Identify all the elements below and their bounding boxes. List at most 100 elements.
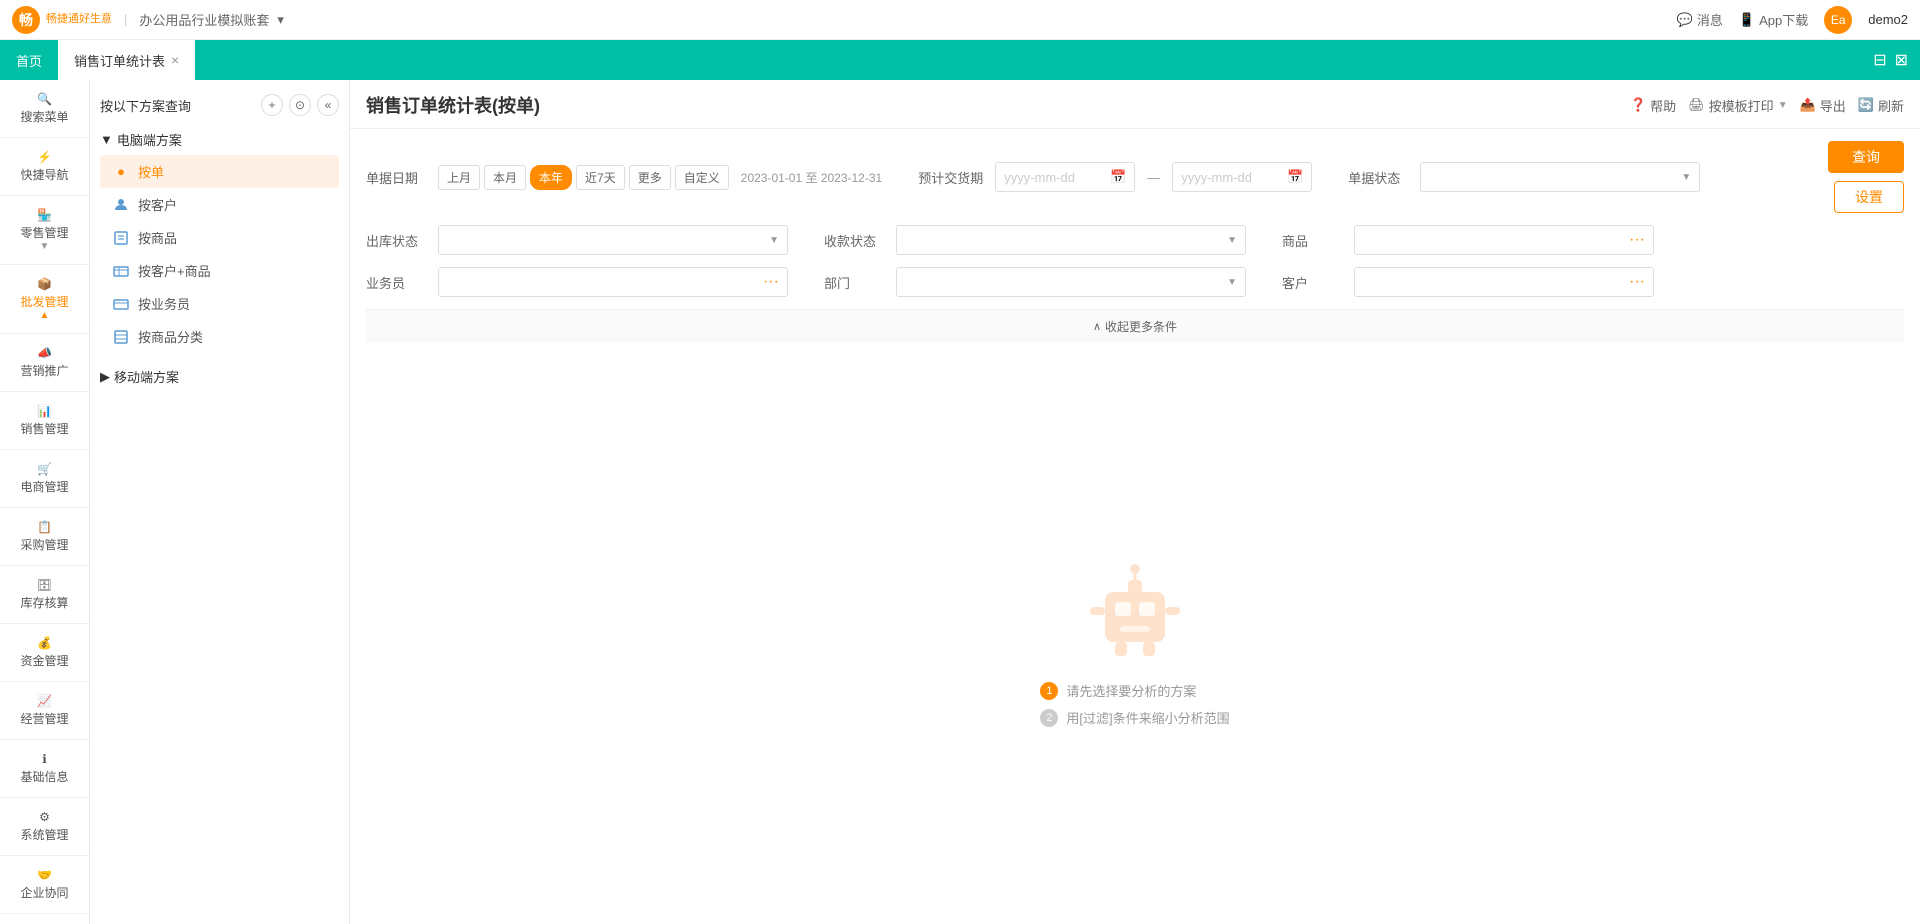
calendar-icon: 📅	[1110, 169, 1126, 185]
sidebar-item-inventory[interactable]: 🗄 库存核算	[0, 566, 89, 624]
calendar-icon-2: 📅	[1287, 169, 1303, 185]
tabbar-right: ⊟ ⊠	[1873, 50, 1920, 70]
shipment-status-select[interactable]: ▼	[438, 225, 788, 255]
collapse-label: 收起更多条件	[1105, 318, 1177, 335]
setting-button[interactable]: 设置	[1834, 181, 1904, 213]
message-action[interactable]: 💬 消息	[1677, 10, 1723, 29]
goods-dots[interactable]: ···	[1629, 231, 1645, 249]
chevron-down-icon: ▼	[100, 132, 113, 147]
sidebar-item-operations[interactable]: 📈 经营管理	[0, 682, 89, 740]
sidebar-item-search[interactable]: 🔍 搜索菜单	[0, 80, 89, 138]
print-action[interactable]: 🖨 按模板打印 ▼	[1688, 96, 1787, 115]
department-select[interactable]: ▼	[896, 267, 1246, 297]
customer-dots[interactable]: ···	[1629, 273, 1645, 291]
wholesale-icon: 📦	[0, 277, 89, 291]
date-btn-more[interactable]: 更多	[629, 165, 671, 190]
sidebar-item-quick-nav[interactable]: ⚡ 快捷导航	[0, 138, 89, 196]
scheme-section-title-desktop[interactable]: ▼ 电脑端方案	[100, 124, 339, 155]
scheme-item-by-customer[interactable]: 按客户	[100, 188, 339, 221]
topbar-dropdown-icon[interactable]: ▾	[277, 12, 284, 28]
retail-icon: 🏪	[0, 208, 89, 222]
refresh-action[interactable]: 🔄 刷新	[1858, 96, 1904, 115]
expected-delivery-start[interactable]: yyyy-mm-dd 📅	[995, 162, 1135, 192]
salesperson-dots[interactable]: ···	[763, 273, 779, 291]
sidebar-item-ecommerce[interactable]: 🛒 电商管理	[0, 450, 89, 508]
goods-label: 商品	[1282, 231, 1342, 250]
date-btn-this-year[interactable]: 本年	[530, 165, 572, 190]
sidebar-item-enterprise[interactable]: 🤝 企业协同	[0, 856, 89, 914]
scheme-item-by-salesperson[interactable]: 按业务员	[100, 287, 339, 320]
search-icon: 🔍	[0, 92, 89, 106]
sidebar-ecommerce-label: 电商管理	[0, 478, 89, 495]
department-label: 部门	[824, 273, 884, 292]
date-btn-this-month[interactable]: 本月	[484, 165, 526, 190]
scheme-panel-header: 按以下方案查询 + ⊙ «	[90, 90, 349, 124]
help-action[interactable]: ❓ 帮助	[1630, 96, 1676, 115]
goods-select[interactable]: ···	[1354, 225, 1654, 255]
scheme-add-btn[interactable]: +	[261, 94, 283, 116]
sidebar-quicknav-label: 快捷导航	[0, 166, 89, 183]
sidebar-item-system[interactable]: ⚙ 系统管理	[0, 798, 89, 856]
tab-home[interactable]: 首页	[0, 40, 58, 80]
sidebar-purchase-label: 采购管理	[0, 536, 89, 553]
scheme-item-by-product-category[interactable]: 按商品分类	[100, 320, 339, 353]
filter-row-2: 出库状态 ▼ 收款状态 ▼ 商品 ···	[366, 225, 1904, 255]
app-label: App下载	[1759, 10, 1808, 29]
purchase-icon: 📋	[0, 520, 89, 534]
content-inner: 按以下方案查询 + ⊙ « ▼ 电脑端方案 ● 按单	[90, 80, 1920, 924]
tab-close-icon[interactable]: ×	[171, 52, 179, 68]
maximize-icon[interactable]: ⊠	[1895, 50, 1908, 70]
sidebar-wholesale-label: 批发管理	[0, 293, 89, 310]
chevron-up-icon: ∧	[1093, 320, 1101, 333]
scheme-item-by-product[interactable]: 按商品	[100, 221, 339, 254]
print-dropdown-icon[interactable]: ▼	[1778, 100, 1788, 111]
salesperson-select[interactable]: ···	[438, 267, 788, 297]
doc-status-select[interactable]: ▼	[1420, 162, 1700, 192]
page-title-row: 销售订单统计表(按单) ❓ 帮助 🖨 按模板打印 ▼	[366, 92, 1904, 118]
scheme-section-title-mobile[interactable]: ▶ 移动端方案	[100, 361, 339, 392]
scheme-item-by-customer-product[interactable]: 按客户+商品	[100, 254, 339, 287]
date-btn-7days[interactable]: 近7天	[576, 165, 625, 190]
export-action[interactable]: 📤 导出	[1800, 96, 1846, 115]
payment-status-label: 收款状态	[824, 231, 884, 250]
help-label: 帮助	[1650, 96, 1676, 115]
sidebar-item-wholesale[interactable]: 📦 批发管理 ▲	[0, 265, 89, 334]
minimize-icon[interactable]: ⊟	[1873, 50, 1886, 70]
scheme-settings-btn[interactable]: ⊙	[289, 94, 311, 116]
main-content: 销售订单统计表(按单) ❓ 帮助 🖨 按模板打印 ▼	[350, 80, 1920, 924]
system-icon: ⚙	[0, 810, 89, 824]
sidebar-basicinfo-label: 基础信息	[0, 768, 89, 785]
sidebar-item-sales[interactable]: 📊 销售管理	[0, 392, 89, 450]
sidebar-item-purchase[interactable]: 📋 采购管理	[0, 508, 89, 566]
sidebar-search-label: 搜索菜单	[0, 108, 89, 125]
date-group: 上月 本月 本年 近7天 更多 自定义	[438, 165, 729, 190]
date-btn-custom[interactable]: 自定义	[675, 165, 729, 190]
sidebar-marketing-label: 营销推广	[0, 362, 89, 379]
avatar[interactable]: Ea	[1824, 6, 1852, 34]
payment-status-select[interactable]: ▼	[896, 225, 1246, 255]
collapse-bar[interactable]: ∧ 收起更多条件	[366, 309, 1904, 343]
scheme-item-by-order[interactable]: ● 按单	[100, 155, 339, 188]
sidebar-item-newuser[interactable]: 🎯 新手引导	[0, 914, 89, 924]
scheme-mobile-label: 移动端方案	[114, 367, 179, 386]
app-download-action[interactable]: 📱 App下载	[1739, 10, 1808, 29]
scheme-item-icon-salesperson	[112, 295, 130, 313]
sidebar-item-finance[interactable]: 💰 资金管理	[0, 624, 89, 682]
sidebar-retail-label: 零售管理	[0, 224, 89, 241]
query-button[interactable]: 查询	[1828, 141, 1904, 173]
tab-sales-order[interactable]: 销售订单统计表 ×	[58, 40, 195, 80]
sidebar-item-retail[interactable]: 🏪 零售管理 ▼	[0, 196, 89, 265]
scheme-item-label-customer: 按客户	[138, 195, 177, 214]
page-header: 销售订单统计表(按单) ❓ 帮助 🖨 按模板打印 ▼	[350, 80, 1920, 129]
empty-step-2: 2 用[过滤]条件来缩小分析范围	[1040, 708, 1229, 727]
main-layout: 🔍 搜索菜单 ⚡ 快捷导航 🏪 零售管理 ▼ 📦 批发管理 ▲ 📣 营销推广 📊…	[0, 80, 1920, 924]
action-btn-group: 查询 设置	[1828, 141, 1904, 213]
scheme-collapse-btn[interactable]: «	[317, 94, 339, 116]
sidebar-item-marketing[interactable]: 📣 营销推广	[0, 334, 89, 392]
sidebar-item-basic-info[interactable]: ℹ 基础信息	[0, 740, 89, 798]
empty-step-1: 1 请先选择要分析的方案	[1040, 681, 1229, 700]
customer-select[interactable]: ···	[1354, 267, 1654, 297]
date-btn-last-month[interactable]: 上月	[438, 165, 480, 190]
scheme-item-icon-customer	[112, 196, 130, 214]
expected-delivery-end[interactable]: yyyy-mm-dd 📅	[1172, 162, 1312, 192]
